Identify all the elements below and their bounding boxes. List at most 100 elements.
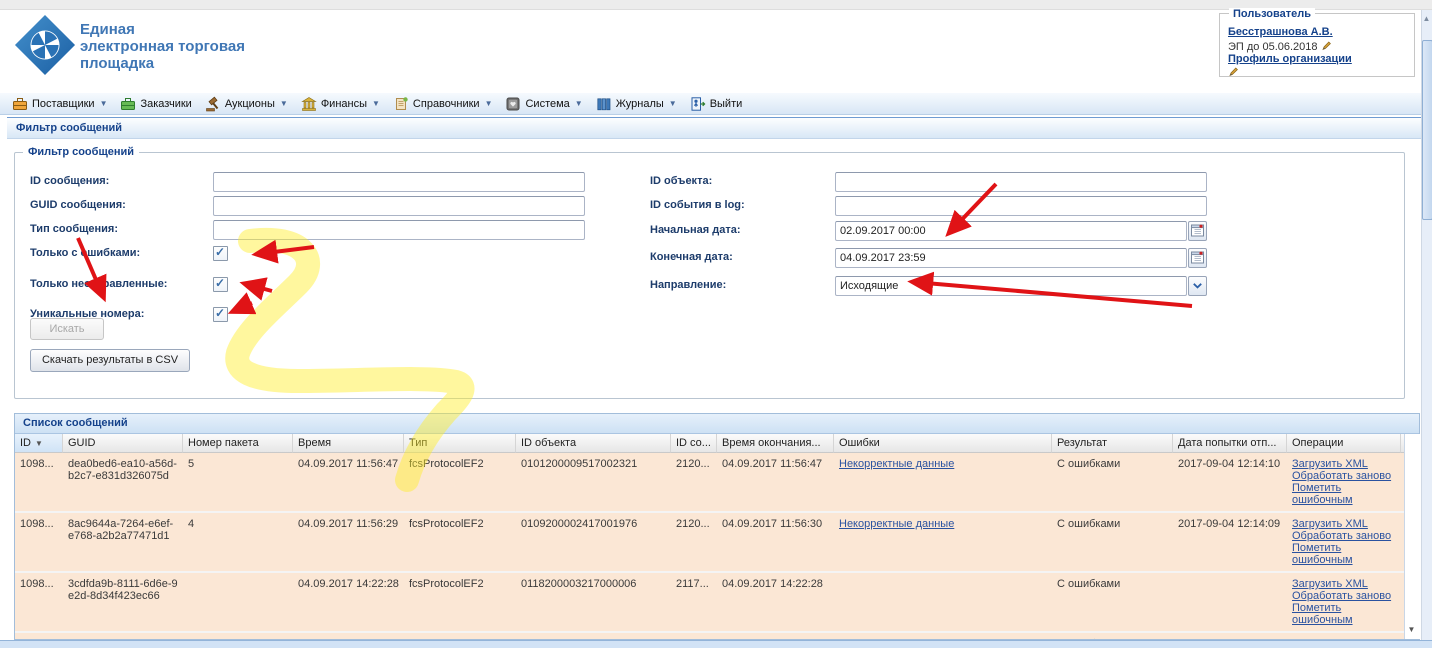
- exit-icon: [690, 96, 706, 112]
- menu-item-exit[interactable]: Выйти: [686, 93, 752, 115]
- filter-fieldset-legend: Фильтр сообщений: [23, 146, 140, 158]
- column-header-attempt_date[interactable]: Дата попытки отп...: [1173, 434, 1287, 453]
- column-header-end_time[interactable]: Время окончания...: [717, 434, 834, 453]
- table-row[interactable]: 1098... 3cdfda9b-8111-6d6e-9e2d-8d34f423e…: [15, 573, 1404, 633]
- column-header-id[interactable]: ID ▼: [15, 434, 63, 453]
- cell-id: 1098...: [20, 518, 54, 530]
- chevron-down-icon: ▼: [574, 99, 583, 108]
- operation-link[interactable]: Загрузить XML: [1292, 638, 1368, 639]
- cell-object_id: 0101200009517002321: [521, 458, 638, 470]
- column-header-type[interactable]: Тип: [404, 434, 516, 453]
- user-name-link[interactable]: Бесстрашнова А.В.: [1228, 26, 1333, 38]
- table-row[interactable]: 1098...98ad378b-9305-98e7-7ea5504.09.201…: [15, 633, 1404, 639]
- grid-header-row: ID ▼ GUID Номер пакета Время Тип ID объекта ID …: [15, 434, 1411, 453]
- cert-pen-icon[interactable]: [1321, 40, 1332, 54]
- menu-item-system[interactable]: Система ▼: [501, 93, 591, 115]
- cell-operations: Загрузить XML: [1287, 633, 1401, 639]
- column-header-package[interactable]: Номер пакета: [183, 434, 293, 453]
- download-csv-button[interactable]: Скачать результаты в CSV: [30, 349, 190, 372]
- error-link[interactable]: Некорректные данные: [839, 638, 954, 639]
- cell-package: 5: [188, 458, 195, 470]
- filter-input-message-guid[interactable]: [213, 196, 585, 216]
- filter-input-message-id[interactable]: [213, 172, 585, 192]
- column-header-errors[interactable]: Ошибки: [834, 434, 1052, 453]
- system-icon: [505, 96, 521, 112]
- menu-item-journals[interactable]: Журналы ▼: [592, 93, 686, 115]
- filter-input-log-event-id[interactable]: [835, 196, 1207, 216]
- menu-item-suppliers[interactable]: Поставщики ▼: [8, 93, 116, 115]
- cell-guid: dea0bed6-ea10-a56d-b2c7-e831d326075d: [68, 458, 177, 482]
- cell-package: [183, 573, 293, 631]
- cell-end_time: 04.09.2017 20:54:18: [717, 633, 834, 639]
- filter-input-object-id[interactable]: [835, 172, 1207, 192]
- scrollbar-up-button[interactable]: ▲: [1422, 13, 1431, 25]
- profile-pen-icon[interactable]: [1228, 66, 1239, 80]
- chevron-down-icon: ▼: [279, 99, 288, 108]
- page-title: Фильтр сообщений: [7, 117, 1421, 139]
- table-row[interactable]: 1098... dea0bed6-ea10-a56d-b2c7-e831d3260…: [15, 453, 1404, 513]
- window-bottom-edge: [0, 640, 1432, 648]
- cell-attempt_date: [1173, 573, 1287, 631]
- cell-guid: 8ac9644a-7264-e6ef-e768-a2b2a77471d1: [68, 518, 174, 542]
- checkbox-only-errors[interactable]: [213, 245, 228, 261]
- window-top-edge: [0, 0, 1432, 10]
- cell-id: 1098...: [20, 458, 54, 470]
- filter-input-direction[interactable]: Исходящие: [835, 276, 1187, 296]
- menu-item-customers[interactable]: Заказчики: [116, 93, 200, 115]
- error-link[interactable]: Некорректные данные: [839, 458, 954, 470]
- chevron-down-icon: ▼: [372, 99, 380, 108]
- cell-id: 1098...: [15, 633, 63, 639]
- directories-book-icon: [393, 96, 409, 112]
- cell-guid: 98ad378b-9305-98e7-7ea5: [63, 633, 183, 639]
- menu-item-finance[interactable]: Финансы ▼: [297, 93, 389, 115]
- cell-end_time: 04.09.2017 11:56:30: [722, 518, 823, 530]
- filter-input-message-type[interactable]: [213, 220, 585, 240]
- cell-result: С ошибками: [1057, 458, 1121, 470]
- error-link[interactable]: Некорректные данные: [839, 518, 954, 530]
- column-header-operations[interactable]: Операции: [1287, 434, 1401, 453]
- cell-type: fcsProtocolEF2: [409, 578, 484, 590]
- operation-link[interactable]: Пометить ошибочным: [1292, 602, 1353, 626]
- menu-item-auctions[interactable]: Аукционы ▼: [201, 93, 297, 115]
- app-window: Единая электронная торговая площадка Пол…: [0, 0, 1432, 648]
- column-header-guid[interactable]: GUID: [63, 434, 183, 453]
- cell-object_id: 0109200002417001976: [521, 518, 638, 530]
- column-header-time[interactable]: Время: [293, 434, 404, 453]
- menu-item-directories[interactable]: Справочники ▼: [389, 93, 502, 115]
- direction-dropdown-button[interactable]: [1188, 276, 1207, 296]
- calendar-button[interactable]: [1188, 248, 1207, 268]
- calendar-icon: [1191, 250, 1204, 267]
- cell-type: fcsProtocolEF2: [409, 458, 484, 470]
- operation-link[interactable]: Загрузить XML: [1292, 458, 1368, 470]
- filter-label: GUID сообщения:: [30, 199, 126, 211]
- scrollbar-thumb[interactable]: [1422, 40, 1432, 220]
- cell-errors: Некорректные данные: [834, 453, 1052, 511]
- operation-link[interactable]: Обработать заново: [1292, 530, 1391, 542]
- search-button[interactable]: Искать: [30, 318, 104, 340]
- operation-link[interactable]: Загрузить XML: [1292, 578, 1368, 590]
- operation-link[interactable]: Пометить ошибочным: [1292, 542, 1353, 566]
- filter-input-end-date[interactable]: 04.09.2017 23:59: [835, 248, 1187, 268]
- grid-scrollbar-down-button[interactable]: ▼: [1407, 625, 1416, 634]
- menu-item-label: Выйти: [709, 97, 743, 110]
- table-row[interactable]: 1098... 8ac9644a-7264-e6ef-e768-a2b2a7747…: [15, 513, 1404, 573]
- operation-link[interactable]: Обработать заново: [1292, 590, 1391, 602]
- cell-end_time: 04.09.2017 14:22:28: [722, 578, 823, 590]
- column-header-object_id[interactable]: ID объекта: [516, 434, 671, 453]
- calendar-button[interactable]: [1188, 221, 1207, 241]
- operation-link[interactable]: Пометить ошибочным: [1292, 482, 1353, 506]
- column-header-id_so[interactable]: ID со...: [671, 434, 717, 453]
- checkbox-unique-numbers[interactable]: [213, 306, 228, 322]
- cell-errors: Некорректные данные: [834, 513, 1052, 571]
- filter-label: ID сообщения:: [30, 175, 110, 187]
- grid-scrollbar[interactable]: [1404, 434, 1420, 639]
- checkbox-only-unsent[interactable]: [213, 276, 228, 292]
- journals-books-icon: [596, 96, 612, 112]
- filter-input-start-date[interactable]: 02.09.2017 00:00: [835, 221, 1187, 241]
- org-profile-link[interactable]: Профиль организации: [1228, 53, 1352, 65]
- operation-link[interactable]: Загрузить XML: [1292, 518, 1368, 530]
- column-header-result[interactable]: Результат: [1052, 434, 1173, 453]
- cell-result: С ошибками: [1057, 518, 1121, 530]
- operation-link[interactable]: Обработать заново: [1292, 470, 1391, 482]
- cell-operations: Загрузить XML Обработать заново Пометить о…: [1287, 453, 1401, 511]
